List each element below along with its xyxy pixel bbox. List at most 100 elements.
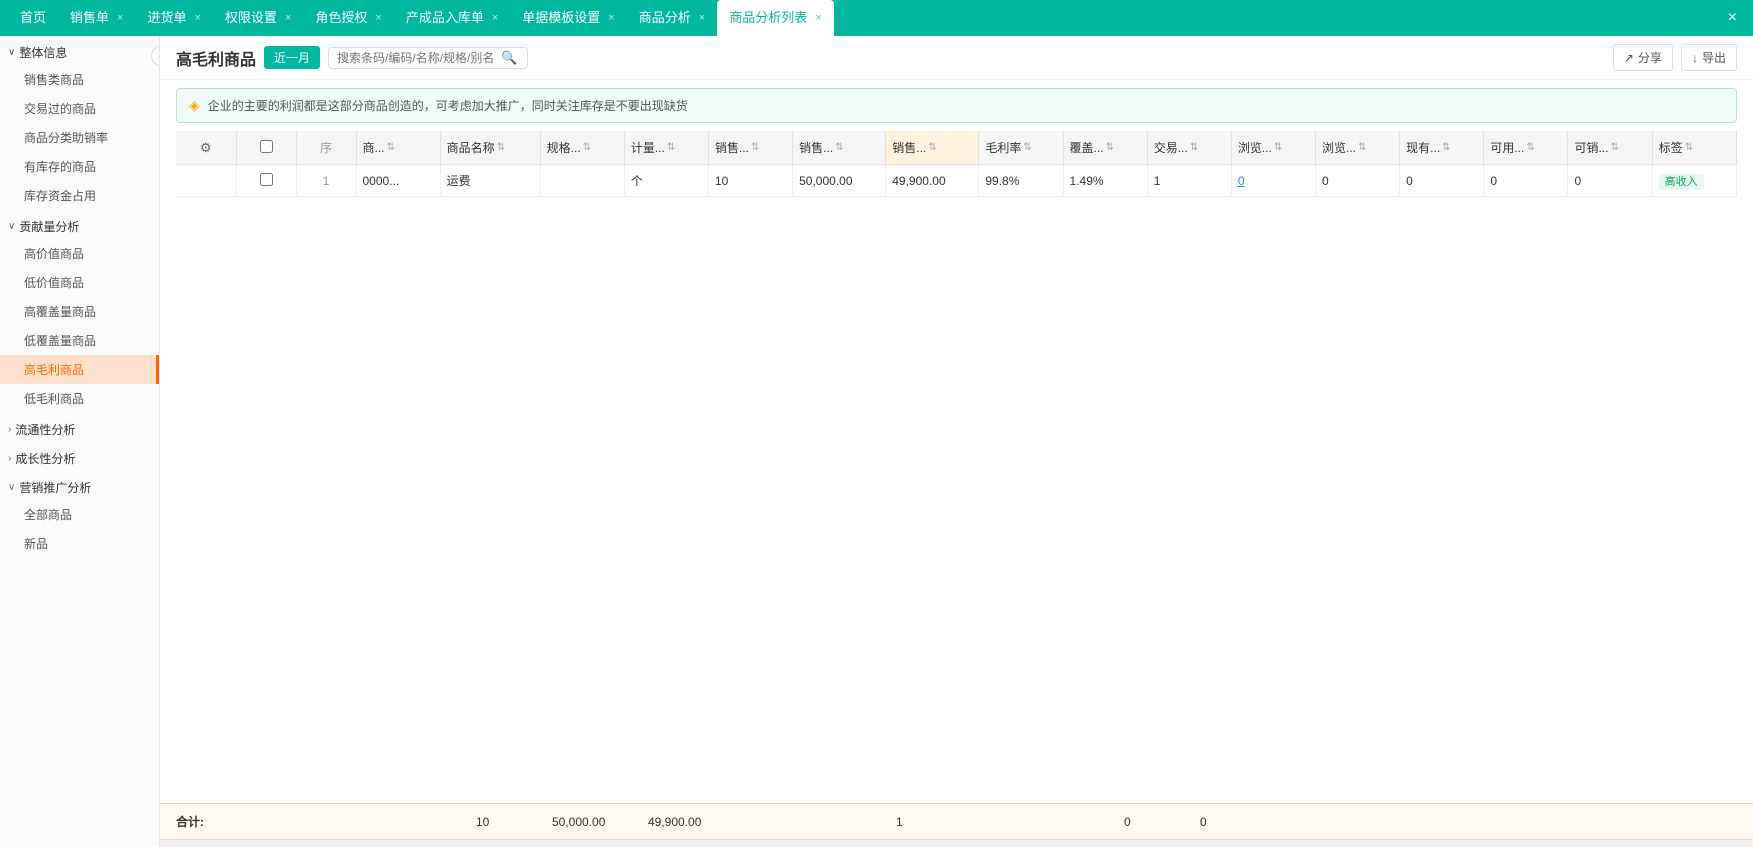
- sidebar-section-liquidity[interactable]: › 流通性分析: [0, 413, 159, 442]
- sidebar-section-marketing[interactable]: ∨ 营销推广分析: [0, 471, 159, 500]
- col-checkbox[interactable]: [236, 131, 296, 165]
- cell-gear: [176, 165, 236, 197]
- col-browse2[interactable]: 浏览...⇅: [1316, 131, 1400, 165]
- sidebar-item-low-margin[interactable]: 低毛利商品: [0, 384, 159, 413]
- nav-permissions[interactable]: 权限设置 ×: [213, 0, 303, 36]
- col-gear[interactable]: ⚙: [176, 131, 236, 165]
- sidebar-section-growth[interactable]: › 成长性分析: [0, 442, 159, 471]
- gear-icon[interactable]: ⚙: [200, 140, 212, 155]
- table-header-row: ⚙ 序 商...⇅ 商品名称⇅ 规格...⇅: [176, 131, 1737, 165]
- col-coverage[interactable]: 覆盖...⇅: [1063, 131, 1147, 165]
- sort-sales-cost: ⇅: [928, 142, 936, 153]
- table-row: 1 0000... 运费 个 10 50,000.00 49,900.00 99…: [176, 165, 1737, 197]
- content-header: 高毛利商品 近一月 🔍 ↗ 分享 ↓ 导出: [160, 36, 1753, 80]
- cell-sellable-stock: 0: [1568, 165, 1652, 197]
- col-sales-amount[interactable]: 销售...⇅: [793, 131, 886, 165]
- section-arrow-contribution: ∨: [8, 221, 15, 232]
- sidebar-item-new-products[interactable]: 新品: [0, 529, 159, 558]
- sidebar-item-high-margin[interactable]: 高毛利商品: [0, 355, 159, 384]
- sidebar-item-all-products[interactable]: 全部商品: [0, 500, 159, 529]
- nav-home[interactable]: 首页: [8, 0, 58, 36]
- col-unit[interactable]: 计量...⇅: [624, 131, 708, 165]
- col-spec[interactable]: 规格...⇅: [540, 131, 624, 165]
- col-tag[interactable]: 标签⇅: [1652, 131, 1736, 165]
- section-arrow-overall: ∨: [8, 47, 15, 58]
- nav-close-sales[interactable]: ×: [117, 0, 123, 36]
- main-layout: « ∨ 整体信息 销售类商品 交易过的商品 商品分类助销率 有库存的商品 库存资…: [0, 36, 1753, 847]
- export-button[interactable]: ↓ 导出: [1681, 44, 1737, 71]
- sort-coverage: ⇅: [1106, 142, 1114, 153]
- sort-code: ⇅: [387, 142, 395, 153]
- share-button[interactable]: ↗ 分享: [1613, 44, 1673, 71]
- col-current-stock[interactable]: 现有...⇅: [1400, 131, 1484, 165]
- page-title: 高毛利商品: [176, 46, 256, 70]
- sort-spec: ⇅: [583, 142, 591, 153]
- col-available-stock[interactable]: 可用...⇅: [1484, 131, 1568, 165]
- cell-current-stock: 0: [1400, 165, 1484, 197]
- row-checkbox[interactable]: [260, 173, 273, 186]
- col-sellable-stock[interactable]: 可销...⇅: [1568, 131, 1652, 165]
- sidebar-item-traded-products[interactable]: 交易过的商品: [0, 94, 159, 123]
- nav-close-analysis[interactable]: ×: [699, 0, 705, 36]
- cell-checkbox[interactable]: [236, 165, 296, 197]
- sidebar-item-low-value[interactable]: 低价值商品: [0, 268, 159, 297]
- col-transaction[interactable]: 交易...⇅: [1147, 131, 1231, 165]
- footer-total: 合计: 10 50,000.00 49,900.00 1 0 0: [160, 803, 1753, 839]
- search-icon[interactable]: 🔍: [501, 50, 517, 66]
- col-sales-cost[interactable]: 销售...⇅: [886, 131, 979, 165]
- cell-tag: 高收入: [1652, 165, 1736, 197]
- nav-close-analysis-list[interactable]: ×: [815, 0, 821, 36]
- sort-sales-qty: ⇅: [751, 142, 759, 153]
- sort-current-stock: ⇅: [1442, 142, 1450, 153]
- col-browse1[interactable]: 浏览...⇅: [1231, 131, 1315, 165]
- cell-browse2: 0: [1316, 165, 1400, 197]
- data-table: ⚙ 序 商...⇅ 商品名称⇅ 规格...⇅: [176, 131, 1737, 197]
- sidebar-item-sales-products[interactable]: 销售类商品: [0, 65, 159, 94]
- nav-close-template[interactable]: ×: [608, 0, 614, 36]
- sidebar-section-overall[interactable]: ∨ 整体信息: [0, 36, 159, 65]
- nav-product-inbound[interactable]: 产成品入库单 ×: [394, 0, 510, 36]
- sidebar-section-contribution[interactable]: ∨ 贡献量分析: [0, 210, 159, 239]
- nav-close-permissions[interactable]: ×: [285, 0, 291, 36]
- cell-sales-cost: 49,900.00: [886, 165, 979, 197]
- nav-sales-order[interactable]: 销售单 ×: [58, 0, 135, 36]
- col-sales-qty[interactable]: 销售...⇅: [708, 131, 792, 165]
- sidebar-item-high-coverage[interactable]: 高覆盖量商品: [0, 297, 159, 326]
- cell-sales-qty: 10: [708, 165, 792, 197]
- window-close-button[interactable]: ×: [1720, 9, 1745, 27]
- nav-template-settings[interactable]: 单据模板设置 ×: [510, 0, 626, 36]
- col-gross-margin[interactable]: 毛利率⇅: [979, 131, 1063, 165]
- sidebar-item-high-value[interactable]: 高价值商品: [0, 239, 159, 268]
- cell-browse1[interactable]: 0: [1231, 165, 1315, 197]
- sidebar-item-inventory-capital[interactable]: 库存资金占用: [0, 181, 159, 210]
- sort-gross-margin: ⇅: [1023, 142, 1031, 153]
- sort-tag: ⇅: [1685, 142, 1693, 153]
- sidebar-item-category-sales-rate[interactable]: 商品分类助销率: [0, 123, 159, 152]
- cell-gross-margin: 99.8%: [979, 165, 1063, 197]
- period-button[interactable]: 近一月: [264, 46, 320, 69]
- search-box: 🔍: [328, 47, 528, 69]
- nav-close-role[interactable]: ×: [375, 0, 381, 36]
- cell-coverage: 1.49%: [1063, 165, 1147, 197]
- export-icon: ↓: [1692, 51, 1698, 65]
- section-arrow-growth: ›: [8, 453, 11, 464]
- bottom-scrollbar[interactable]: [160, 839, 1753, 847]
- content-area: 高毛利商品 近一月 🔍 ↗ 分享 ↓ 导出 ◈ 企业的主要的利润都是这部分商品创…: [160, 36, 1753, 847]
- nav-purchase-order[interactable]: 进货单 ×: [135, 0, 212, 36]
- nav-close-purchase[interactable]: ×: [194, 0, 200, 36]
- browse1-link[interactable]: 0: [1238, 174, 1245, 188]
- search-input[interactable]: [337, 51, 497, 65]
- nav-role-auth[interactable]: 角色授权 ×: [303, 0, 393, 36]
- col-name[interactable]: 商品名称⇅: [440, 131, 540, 165]
- nav-product-analysis-list[interactable]: 商品分析列表 ×: [717, 0, 833, 36]
- nav-close-product[interactable]: ×: [492, 0, 498, 36]
- info-icon: ◈: [189, 97, 200, 114]
- select-all-checkbox[interactable]: [260, 140, 273, 153]
- sidebar-item-low-coverage[interactable]: 低覆盖量商品: [0, 326, 159, 355]
- table-wrapper: ⚙ 序 商...⇅ 商品名称⇅ 规格...⇅: [176, 131, 1737, 803]
- sort-sales-amount: ⇅: [835, 142, 843, 153]
- sidebar-item-in-stock-products[interactable]: 有库存的商品: [0, 152, 159, 181]
- nav-product-analysis[interactable]: 商品分析 ×: [627, 0, 717, 36]
- section-arrow-marketing: ∨: [8, 482, 15, 493]
- col-code[interactable]: 商...⇅: [356, 131, 440, 165]
